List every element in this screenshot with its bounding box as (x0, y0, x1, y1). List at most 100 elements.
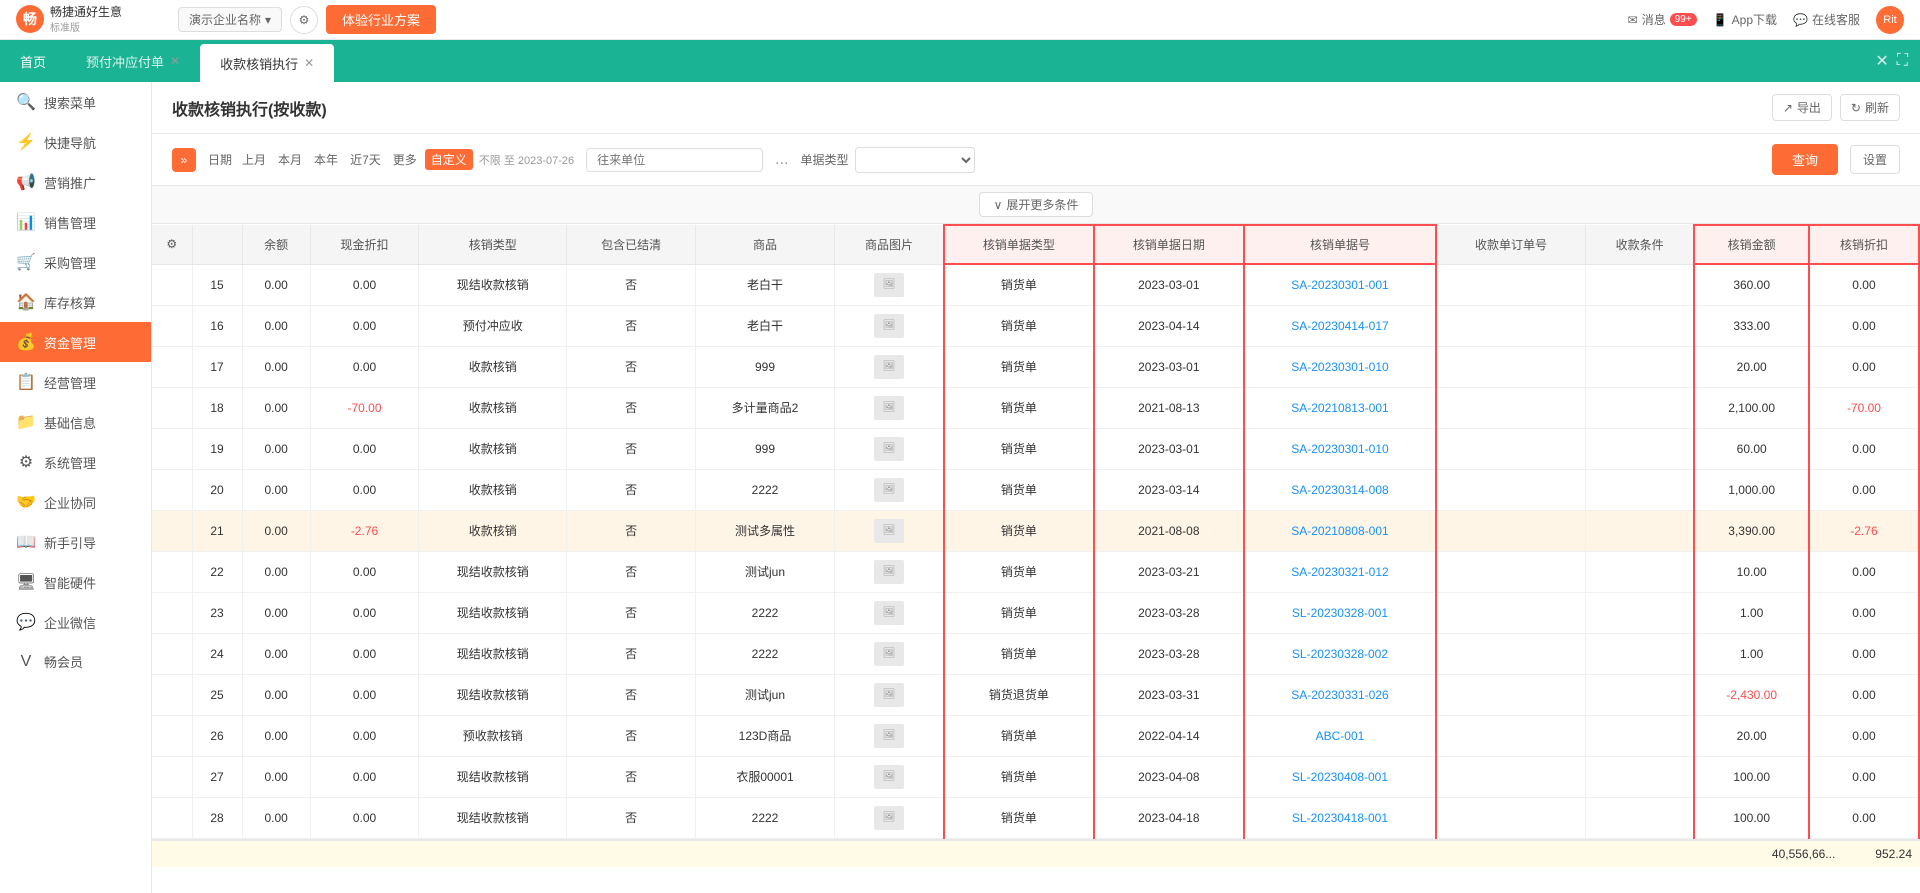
td-index-2: 17 (192, 346, 242, 387)
sidebar-item-8[interactable]: 📁基础信息 (0, 402, 151, 442)
sidebar-item-2[interactable]: 📢营销推广 (0, 162, 151, 202)
date-opt-more[interactable]: 更多 (389, 149, 421, 170)
date-opt-last-month[interactable]: 上月 (238, 149, 270, 170)
td-verify-type-5: 收款核销 (419, 469, 567, 510)
sidebar-item-4[interactable]: 🛒采购管理 (0, 242, 151, 282)
bill-no-link-3[interactable]: SA-20210813-001 (1291, 401, 1388, 415)
bill-no-link-13[interactable]: SL-20230418-001 (1292, 811, 1388, 825)
th-product-image: 商品图片 (835, 225, 944, 264)
company-selector[interactable]: 演示企业名称 ▾ (178, 7, 282, 32)
tab-home[interactable]: 首页 (0, 52, 66, 71)
date-opt-this-month[interactable]: 本月 (274, 149, 306, 170)
bill-no-link-10[interactable]: SA-20230331-026 (1291, 688, 1388, 702)
th-receipt-terms: 收款条件 (1585, 225, 1694, 264)
bill-no-link-8[interactable]: SL-20230328-001 (1292, 606, 1388, 620)
td-verify-discount-8: 0.00 (1809, 592, 1919, 633)
td-include-settled-1: 否 (567, 305, 695, 346)
td-product-image-3: 🖼 (835, 387, 944, 428)
app-download-item[interactable]: 📱 App下载 (1713, 11, 1777, 28)
export-btn[interactable]: ↗ 导出 (1772, 94, 1832, 121)
top-bar: 畅 畅捷通好生意 标准版 演示企业名称 ▾ ⚙ 体验行业方案 ✉ 消息 99+ … (0, 0, 1920, 40)
td-receipt-order-no-2 (1436, 346, 1585, 387)
bill-type-select[interactable] (855, 147, 975, 173)
sidebar-item-9[interactable]: ⚙系统管理 (0, 442, 151, 482)
td-verify-discount-7: 0.00 (1809, 551, 1919, 592)
bill-no-link-6[interactable]: SA-20210808-001 (1291, 524, 1388, 538)
th-include-settled: 包含已结清 (567, 225, 695, 264)
bill-no-link-1[interactable]: SA-20230414-017 (1291, 319, 1388, 333)
maximize-action[interactable]: ⛶ (1897, 52, 1908, 70)
table-row: 25 0.00 0.00 现结收款核销 否 测试jun 🖼 销货退货单 2023… (152, 674, 1919, 715)
sidebar-item-5[interactable]: 🏠库存核算 (0, 282, 151, 322)
sidebar-item-10[interactable]: 🤝企业协同 (0, 482, 151, 522)
td-cash-discount-2: 0.00 (310, 346, 418, 387)
message-icon: ✉ (1628, 13, 1638, 27)
td-product-8: 2222 (695, 592, 834, 633)
tab-verify[interactable]: 收款核销执行 ✕ (200, 44, 334, 82)
tab-prepay[interactable]: 预付冲应付单 ✕ (66, 40, 200, 82)
dots-btn[interactable]: ... (775, 151, 788, 169)
date-opt-7days[interactable]: 近7天 (346, 149, 385, 170)
bill-no-link-0[interactable]: SA-20230301-001 (1291, 278, 1388, 292)
filter-expand-btn[interactable]: » (172, 148, 196, 172)
refresh-btn[interactable]: ↻ 刷新 (1840, 94, 1900, 121)
tab-prepay-close[interactable]: ✕ (170, 54, 180, 68)
sidebar-item-3[interactable]: 📊销售管理 (0, 202, 151, 242)
bill-no-link-4[interactable]: SA-20230301-010 (1291, 442, 1388, 456)
filter-partner-group (586, 148, 763, 172)
date-opt-this-year[interactable]: 本年 (310, 149, 342, 170)
td-verify-discount-3: -70.00 (1809, 387, 1919, 428)
td-verify-type-13: 现结收款核销 (419, 797, 567, 838)
bill-no-link-2[interactable]: SA-20230301-010 (1291, 360, 1388, 374)
bill-no-link-7[interactable]: SA-20230321-012 (1291, 565, 1388, 579)
sidebar-item-11[interactable]: 📖新手引导 (0, 522, 151, 562)
sidebar-item-14[interactable]: V畅会员 (0, 642, 151, 681)
sidebar-item-13[interactable]: 💬企业微信 (0, 602, 151, 642)
table-row: 15 0.00 0.00 现结收款核销 否 老白干 🖼 销货单 2023-03-… (152, 264, 1919, 305)
bill-no-link-9[interactable]: SL-20230328-002 (1292, 647, 1388, 661)
td-bill-report-type-12: 销货单 (944, 756, 1094, 797)
td-include-settled-2: 否 (567, 346, 695, 387)
query-btn[interactable]: 查询 (1772, 144, 1838, 175)
td-settings-0 (152, 264, 192, 305)
sidebar-item-12[interactable]: 🖥智能硬件 (0, 562, 151, 602)
sidebar-icon-6: 💰 (16, 332, 36, 352)
expand-more-btn[interactable]: ∨ 展开更多条件 (979, 192, 1094, 217)
message-item[interactable]: ✉ 消息 99+ (1628, 11, 1697, 28)
logo-name: 畅捷通好生意 (50, 5, 122, 19)
td-index-13: 28 (192, 797, 242, 838)
sidebar-item-6[interactable]: 💰资金管理 (0, 322, 151, 362)
td-verify-type-0: 现结收款核销 (419, 264, 567, 305)
settings-button[interactable]: ⚙ (290, 6, 318, 34)
bill-no-link-5[interactable]: SA-20230314-008 (1291, 483, 1388, 497)
tab-verify-close[interactable]: ✕ (304, 56, 314, 70)
filter-settings-btn[interactable]: 设置 (1850, 145, 1900, 174)
td-verify-type-1: 预付冲应收 (419, 305, 567, 346)
table-header-row: ⚙ 余额 现金折扣 核销类型 包含已结清 商品 商品图片 核销单据类型 核销单据… (152, 225, 1919, 264)
user-avatar[interactable]: Rit (1876, 6, 1904, 34)
sidebar-label-3: 销售管理 (44, 213, 96, 232)
partner-input[interactable] (586, 148, 763, 172)
sidebar-label-11: 新手引导 (44, 533, 96, 552)
td-index-4: 19 (192, 428, 242, 469)
td-product-1: 老白干 (695, 305, 834, 346)
td-bill-report-type-8: 销货单 (944, 592, 1094, 633)
th-settings[interactable]: ⚙ (152, 225, 192, 264)
sidebar-item-1[interactable]: ⚡快捷导航 (0, 122, 151, 162)
online-service-item[interactable]: 💬 在线客服 (1793, 11, 1860, 28)
close-tab-action[interactable]: ✕ (1875, 51, 1888, 71)
bill-no-link-11[interactable]: ABC-001 (1316, 729, 1365, 743)
sidebar-label-8: 基础信息 (44, 413, 96, 432)
td-bill-report-no-9: SL-20230328-002 (1244, 633, 1436, 674)
sidebar-item-7[interactable]: 📋经营管理 (0, 362, 151, 402)
td-settings-7 (152, 551, 192, 592)
td-bill-report-no-0: SA-20230301-001 (1244, 264, 1436, 305)
sidebar-item-0[interactable]: 🔍搜索菜单 (0, 82, 151, 122)
refresh-icon: ↻ (1851, 101, 1861, 115)
td-receipt-terms-13 (1585, 797, 1694, 838)
td-bill-report-type-6: 销货单 (944, 510, 1094, 551)
td-bill-report-date-5: 2023-03-14 (1094, 469, 1244, 510)
industry-btn[interactable]: 体验行业方案 (326, 5, 436, 34)
date-opt-custom[interactable]: 自定义 (425, 149, 473, 170)
bill-no-link-12[interactable]: SL-20230408-001 (1292, 770, 1388, 784)
